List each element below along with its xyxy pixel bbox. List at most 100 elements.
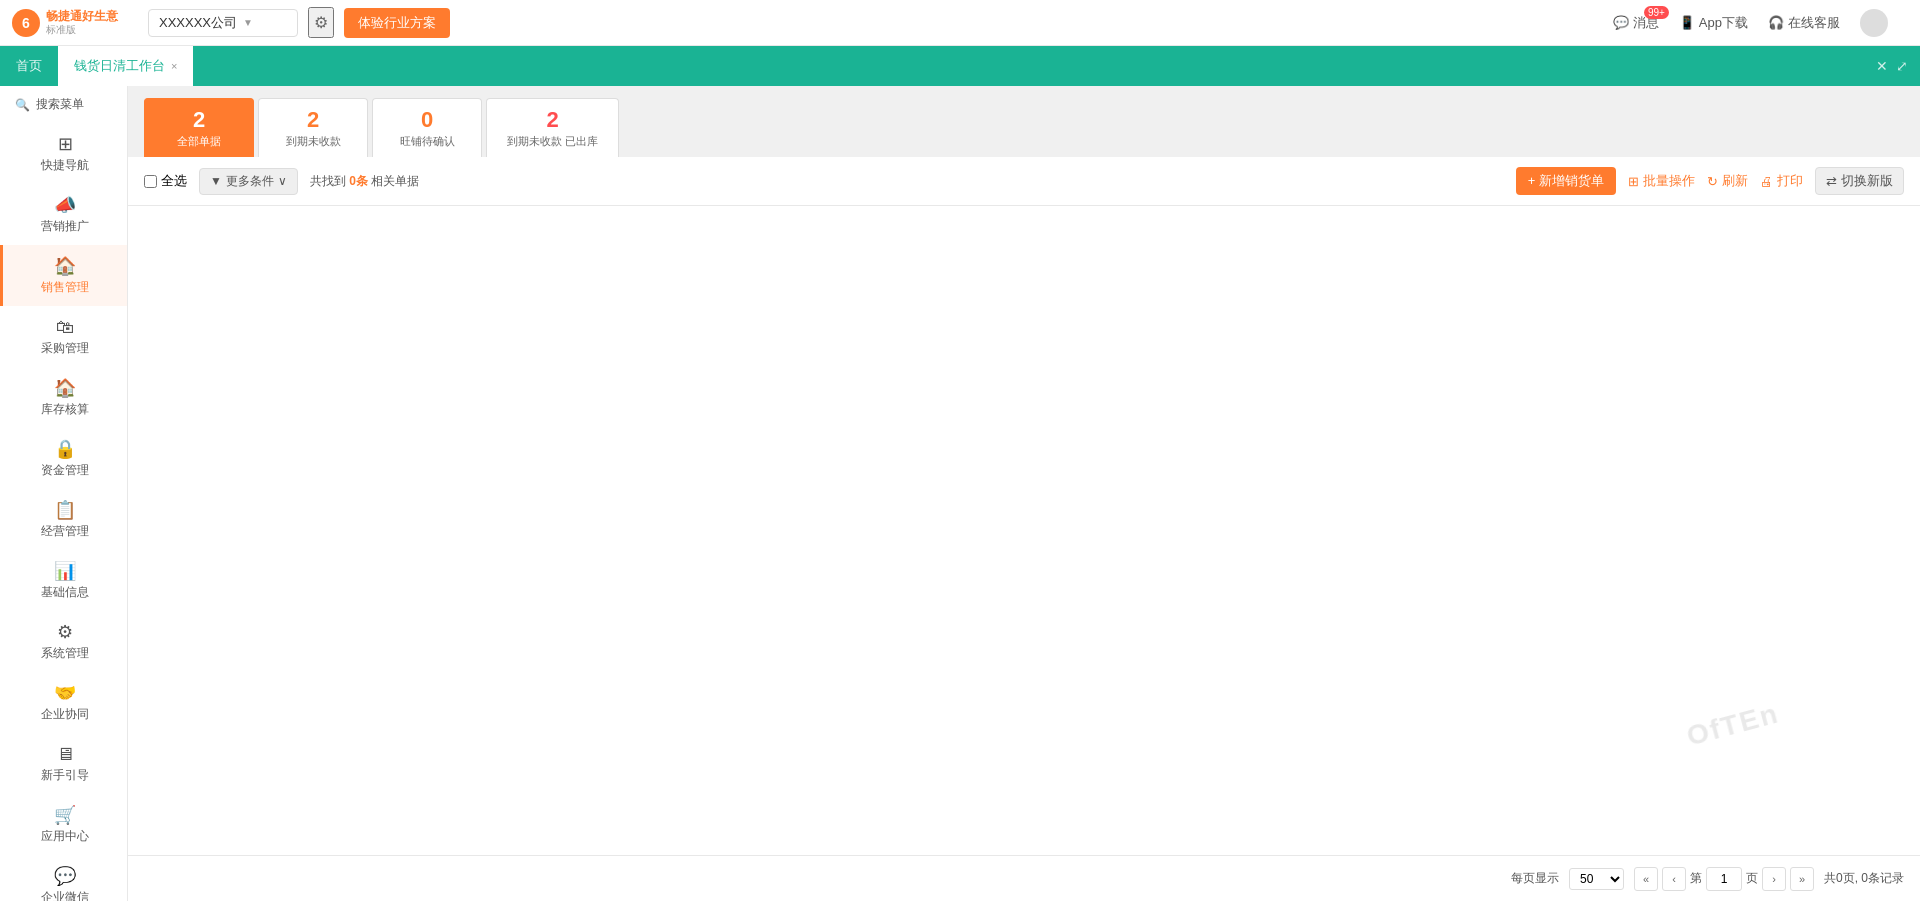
sidebar-item-purchase[interactable]: 🛍 采购管理 [0, 306, 127, 367]
stat-tab-overdue[interactable]: 2 到期未收款 [258, 98, 368, 157]
logo-icon: 6 [12, 9, 40, 37]
stat-label-outstock: 到期未收款 已出库 [507, 134, 598, 149]
table-area [128, 206, 1920, 855]
nav-expand-area: ✕ ⤢ [1864, 58, 1920, 74]
refresh-label: 刷新 [1722, 172, 1748, 190]
sales-icon: 🏠 [54, 257, 76, 275]
found-prefix: 共找到 [310, 174, 346, 188]
app-download-icon: 📱 [1679, 15, 1695, 30]
close-window-icon[interactable]: ✕ [1876, 58, 1888, 74]
sidebar-item-basic[interactable]: 📊 基础信息 [0, 550, 127, 611]
first-page-button[interactable]: « [1634, 867, 1658, 891]
sidebar-search[interactable]: 🔍 搜索菜单 [0, 86, 127, 123]
print-label: 打印 [1777, 172, 1803, 190]
app-download-btn[interactable]: 📱 App下载 [1679, 14, 1748, 32]
sidebar-label-sales: 销售管理 [41, 279, 89, 296]
sidebar-item-inventory[interactable]: 🏠 库存核算 [0, 367, 127, 428]
print-button[interactable]: 🖨 打印 [1760, 172, 1803, 190]
sidebar-label-cooperation: 企业协同 [41, 706, 89, 723]
sidebar-label-inventory: 库存核算 [41, 401, 89, 418]
toolbar-right: + 新增销货单 ⊞ 批量操作 ↻ 刷新 🖨 打印 ⇄ 切换新版 [1516, 167, 1904, 195]
sidebar-item-guide[interactable]: 🖥 新手引导 [0, 733, 127, 794]
guide-icon: 🖥 [56, 745, 74, 763]
user-avatar[interactable] [1860, 9, 1888, 37]
logo-main-text: 畅捷通好生意 [46, 9, 118, 23]
found-text: 共找到 0条 相关单据 [310, 173, 419, 190]
filter-icon: ▼ [210, 174, 222, 188]
refresh-icon: ↻ [1707, 174, 1718, 189]
stat-num-overdue: 2 [307, 109, 319, 131]
content-area: 2 全部单据 2 到期未收款 0 旺铺待确认 2 到期未收款 已出库 全选 [128, 86, 1920, 901]
company-selector[interactable]: XXXXXX公司 ▼ [148, 9, 298, 37]
top-header: 6 畅捷通好生意 标准版 XXXXXX公司 ▼ ⚙ 体验行业方案 💬 消息 99… [0, 0, 1920, 46]
per-page-select[interactable]: 50 100 200 [1569, 868, 1624, 890]
stat-label-all: 全部单据 [177, 134, 221, 149]
stat-label-overdue: 到期未收款 [286, 134, 341, 149]
print-icon: 🖨 [1760, 174, 1773, 189]
message-badge: 99+ [1644, 6, 1669, 19]
main-layout: 🔍 搜索菜单 ⊞ 快捷导航 📣 营销推广 🏠 销售管理 🛍 采购管理 🏠 库存核… [0, 86, 1920, 901]
sidebar-item-appstore[interactable]: 🛒 应用中心 [0, 794, 127, 855]
toolbar: 全选 ▼ 更多条件 ∨ 共找到 0条 相关单据 + 新增销货单 ⊞ 批量操作 ↻ [128, 157, 1920, 206]
header-right: 💬 消息 99+ 📱 App下载 🎧 在线客服 [1613, 9, 1908, 37]
finance-icon: 🔒 [54, 440, 76, 458]
home-tab-label: 首页 [16, 57, 42, 75]
settings-icon-btn[interactable]: ⚙ [308, 7, 334, 38]
sidebar-label-purchase: 采购管理 [41, 340, 89, 357]
sidebar-item-sales[interactable]: 🏠 销售管理 [0, 245, 127, 306]
sidebar-item-cooperation[interactable]: 🤝 企业协同 [0, 672, 127, 733]
switch-new-version-button[interactable]: ⇄ 切换新版 [1815, 167, 1904, 195]
sidebar-label-operation: 经营管理 [41, 523, 89, 540]
search-icon: 🔍 [15, 98, 30, 112]
sidebar-item-system[interactable]: ⚙ 系统管理 [0, 611, 127, 672]
filter-button[interactable]: ▼ 更多条件 ∨ [199, 168, 298, 195]
pagination-nav: « ‹ 第 页 › » [1634, 867, 1814, 891]
sidebar-label-appstore: 应用中心 [41, 828, 89, 845]
message-icon: 💬 [1613, 15, 1629, 30]
page-total: 共0页, 0条记录 [1824, 870, 1904, 887]
last-page-button[interactable]: » [1790, 867, 1814, 891]
sidebar-item-finance[interactable]: 🔒 资金管理 [0, 428, 127, 489]
stat-tab-outstock[interactable]: 2 到期未收款 已出库 [486, 98, 619, 157]
message-btn[interactable]: 💬 消息 99+ [1613, 14, 1659, 32]
next-page-button[interactable]: › [1762, 867, 1786, 891]
filter-chevron-icon: ∨ [278, 174, 287, 188]
online-service-label: 在线客服 [1788, 14, 1840, 32]
page-number-input[interactable] [1706, 867, 1742, 891]
per-page-label: 每页显示 [1511, 870, 1559, 887]
stat-num-pending: 0 [421, 109, 433, 131]
tab-home[interactable]: 首页 [0, 46, 58, 86]
app-download-label: App下载 [1699, 14, 1748, 32]
sidebar-item-marketing[interactable]: 📣 营销推广 [0, 184, 127, 245]
sidebar-label-basic: 基础信息 [41, 584, 89, 601]
checkbox-input[interactable] [144, 175, 157, 188]
stat-tab-all[interactable]: 2 全部单据 [144, 98, 254, 157]
sidebar-item-operation[interactable]: 📋 经营管理 [0, 489, 127, 550]
expand-window-icon[interactable]: ⤢ [1896, 58, 1908, 74]
stat-label-pending: 旺铺待确认 [400, 134, 455, 149]
operation-icon: 📋 [54, 501, 76, 519]
inventory-icon: 🏠 [54, 379, 76, 397]
found-suffix: 相关单据 [371, 174, 419, 188]
work-bench-tab-label: 钱货日清工作台 [74, 57, 165, 75]
sidebar-item-wechat[interactable]: 💬 企业微信 [0, 855, 127, 901]
trial-button[interactable]: 体验行业方案 [344, 8, 450, 38]
online-service-btn[interactable]: 🎧 在线客服 [1768, 14, 1840, 32]
appstore-icon: 🛒 [54, 806, 76, 824]
batch-operation-button[interactable]: ⊞ 批量操作 [1628, 172, 1695, 190]
stat-tab-pending[interactable]: 0 旺铺待确认 [372, 98, 482, 157]
add-sales-order-button[interactable]: + 新增销货单 [1516, 167, 1616, 195]
quick-nav-icon: ⊞ [58, 135, 73, 153]
switch-icon: ⇄ [1826, 174, 1837, 189]
sidebar-label-marketing: 营销推广 [41, 218, 89, 235]
prev-page-button[interactable]: ‹ [1662, 867, 1686, 891]
select-all-checkbox[interactable]: 全选 [144, 172, 187, 190]
found-count: 0条 [349, 174, 368, 188]
sidebar-label-quick-nav: 快捷导航 [41, 157, 89, 174]
company-name: XXXXXX公司 [159, 14, 237, 32]
refresh-button[interactable]: ↻ 刷新 [1707, 172, 1748, 190]
tab-close-icon[interactable]: × [171, 60, 177, 72]
batch-label: 批量操作 [1643, 172, 1695, 190]
sidebar-item-quick-nav[interactable]: ⊞ 快捷导航 [0, 123, 127, 184]
tab-work-bench[interactable]: 钱货日清工作台 × [58, 46, 193, 86]
